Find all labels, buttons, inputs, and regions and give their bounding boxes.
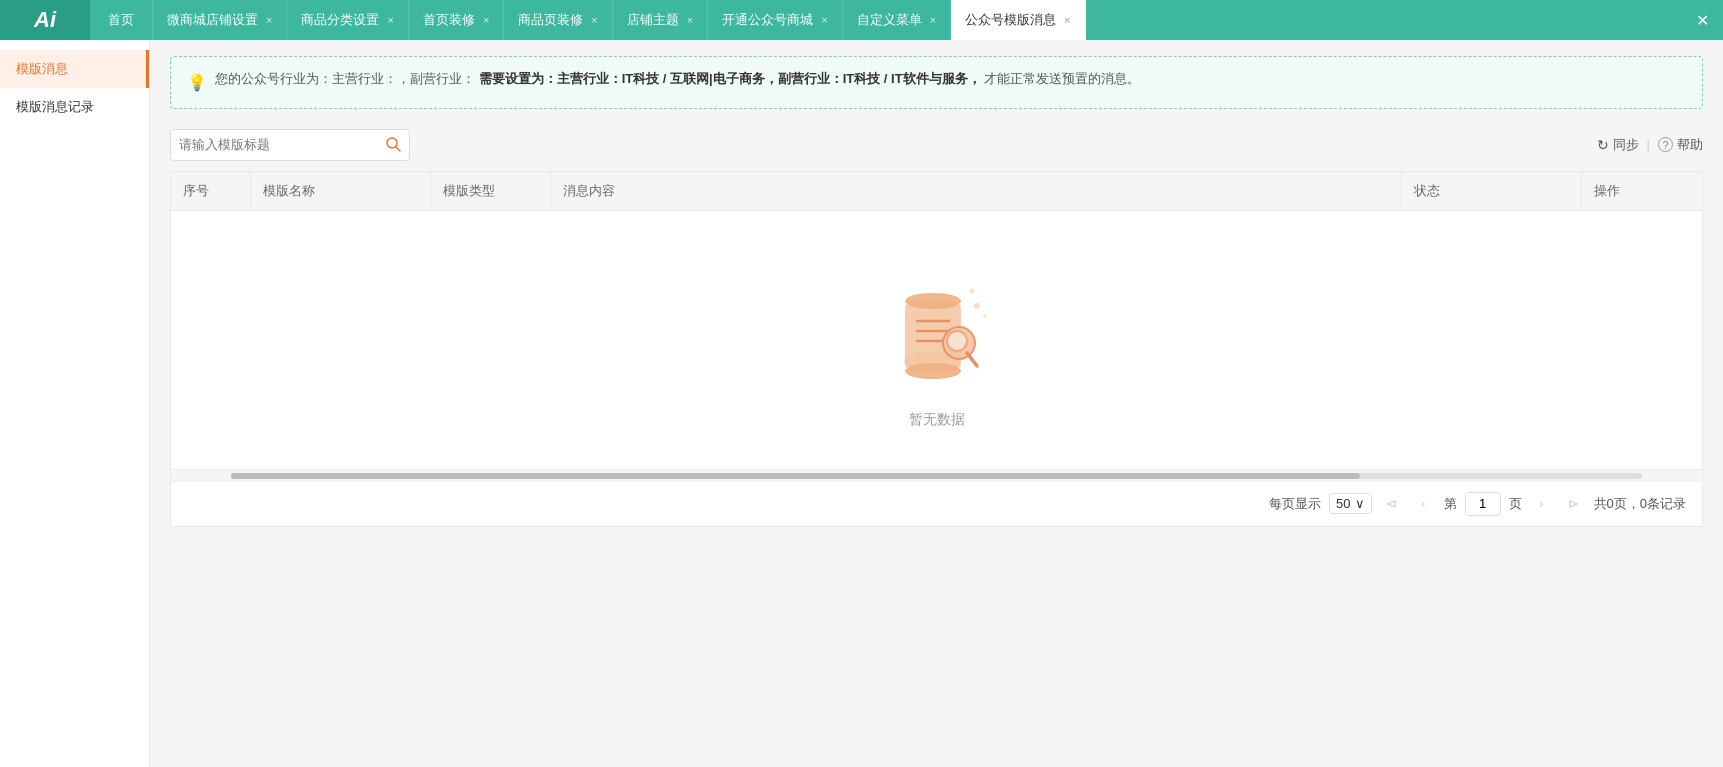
notice-prefix: 您的公众号行业为：主营行业：，副营行业： bbox=[215, 71, 475, 86]
search-input[interactable] bbox=[179, 137, 386, 152]
svg-point-14 bbox=[969, 288, 974, 293]
scrollbar-track bbox=[231, 473, 1642, 479]
sync-icon: ↻ bbox=[1597, 137, 1609, 153]
prev-page-button[interactable]: ‹ bbox=[1412, 492, 1436, 516]
main-layout: 模版消息模版消息记录 💡 您的公众号行业为：主营行业：，副营行业： 需要设置为：… bbox=[0, 40, 1723, 767]
col-type: 模版类型 bbox=[431, 172, 551, 210]
notice-suffix: 才能正常发送预置的消息。 bbox=[984, 71, 1140, 86]
svg-point-4 bbox=[905, 293, 961, 309]
empty-icon-svg bbox=[877, 271, 997, 391]
sidebar-item-template-msg-log[interactable]: 模版消息记录 bbox=[0, 88, 149, 126]
close-tab-category-settings[interactable]: × bbox=[387, 15, 393, 26]
sync-label: 同步 bbox=[1613, 136, 1639, 154]
col-action: 操作 bbox=[1582, 172, 1702, 210]
total-text: 共0页，0条记录 bbox=[1594, 495, 1686, 513]
nav-tabs: 首页微商城店铺设置×商品分类设置×首页装修×商品页装修×店铺主题×开通公众号商城… bbox=[90, 0, 1682, 40]
page-input[interactable] bbox=[1465, 492, 1501, 516]
nav-tab-home[interactable]: 首页 bbox=[90, 0, 153, 40]
svg-point-12 bbox=[974, 303, 980, 309]
first-page-button[interactable]: ⊲ bbox=[1380, 492, 1404, 516]
main-content: 💡 您的公众号行业为：主营行业：，副营行业： 需要设置为：主营行业：IT科技 /… bbox=[150, 40, 1723, 767]
toolbar-right: ↻ 同步 | ? 帮助 bbox=[1597, 136, 1703, 154]
notice-box: 💡 您的公众号行业为：主营行业：，副营行业： 需要设置为：主营行业：IT科技 /… bbox=[170, 56, 1703, 109]
scrollbar-thumb bbox=[231, 473, 1360, 479]
empty-illustration bbox=[877, 271, 997, 391]
app-logo: Ai bbox=[0, 0, 90, 40]
nav-tab-template-msg[interactable]: 公众号模版消息× bbox=[951, 0, 1085, 40]
help-icon: ? bbox=[1658, 137, 1673, 152]
col-name: 模版名称 bbox=[251, 172, 431, 210]
notice-icon: 💡 bbox=[187, 70, 207, 96]
search-button[interactable] bbox=[386, 137, 401, 152]
nav-tab-category-settings[interactable]: 商品分类设置× bbox=[287, 0, 408, 40]
close-tab-open-mall[interactable]: × bbox=[821, 15, 827, 26]
close-tab-store-settings[interactable]: × bbox=[266, 15, 272, 26]
close-all-tabs-button[interactable]: ✕ bbox=[1682, 11, 1723, 30]
page-size-label: 每页显示 bbox=[1269, 495, 1321, 513]
data-table: 序号 模版名称 模版类型 消息内容 状态 操作 bbox=[170, 171, 1703, 527]
page-unit: 页 bbox=[1509, 495, 1522, 513]
nav-tab-custom-menu[interactable]: 自定义菜单× bbox=[843, 0, 951, 40]
col-status: 状态 bbox=[1402, 172, 1582, 210]
close-tab-custom-menu[interactable]: × bbox=[930, 15, 936, 26]
nav-tab-home-decor[interactable]: 首页装修× bbox=[409, 0, 504, 40]
chevron-down-icon: ∨ bbox=[1355, 496, 1365, 511]
svg-line-11 bbox=[967, 353, 977, 366]
next-page-button[interactable]: › bbox=[1530, 492, 1554, 516]
search-box bbox=[170, 129, 410, 161]
sidebar-item-template-msg[interactable]: 模版消息 bbox=[0, 50, 149, 88]
toolbar: ↻ 同步 | ? 帮助 bbox=[170, 129, 1703, 161]
sidebar: 模版消息模版消息记录 bbox=[0, 40, 150, 767]
table-header: 序号 模版名称 模版类型 消息内容 状态 操作 bbox=[171, 172, 1702, 211]
top-nav: Ai 首页微商城店铺设置×商品分类设置×首页装修×商品页装修×店铺主题×开通公众… bbox=[0, 0, 1723, 40]
horizontal-scrollbar[interactable] bbox=[171, 469, 1702, 481]
svg-point-5 bbox=[905, 363, 961, 379]
pagination: 每页显示 50 ∨ ⊲ ‹ 第 页 › ⊳ 共0页，0条记录 bbox=[171, 481, 1702, 526]
col-content: 消息内容 bbox=[551, 172, 1402, 210]
sync-button[interactable]: ↻ 同步 bbox=[1597, 136, 1639, 154]
nav-tab-store-theme[interactable]: 店铺主题× bbox=[613, 0, 708, 40]
help-button[interactable]: ? 帮助 bbox=[1658, 136, 1703, 154]
close-tab-store-theme[interactable]: × bbox=[687, 15, 693, 26]
notice-text: 您的公众号行业为：主营行业：，副营行业： 需要设置为：主营行业：IT科技 / 互… bbox=[215, 69, 1140, 90]
divider: | bbox=[1647, 137, 1650, 152]
nav-tab-store-settings[interactable]: 微商城店铺设置× bbox=[153, 0, 287, 40]
svg-line-1 bbox=[396, 147, 400, 151]
empty-text: 暂无数据 bbox=[909, 411, 965, 429]
last-page-button[interactable]: ⊳ bbox=[1562, 492, 1586, 516]
close-tab-template-msg[interactable]: × bbox=[1064, 15, 1070, 26]
nav-tab-open-mall[interactable]: 开通公众号商城× bbox=[708, 0, 842, 40]
page-label: 第 bbox=[1444, 495, 1457, 513]
notice-highlight: 需要设置为：主营行业：IT科技 / 互联网|电子商务，副营行业：IT科技 / I… bbox=[479, 71, 981, 86]
page-size-select[interactable]: 50 ∨ bbox=[1329, 493, 1371, 514]
col-index: 序号 bbox=[171, 172, 251, 210]
help-label: 帮助 bbox=[1677, 136, 1703, 154]
svg-point-10 bbox=[947, 331, 967, 351]
svg-point-13 bbox=[983, 314, 987, 318]
close-tab-home-decor[interactable]: × bbox=[483, 15, 489, 26]
close-tab-product-decor[interactable]: × bbox=[591, 15, 597, 26]
page-size-value: 50 bbox=[1336, 496, 1350, 511]
empty-state: 暂无数据 bbox=[171, 211, 1702, 469]
search-icon bbox=[386, 137, 401, 152]
nav-tab-product-decor[interactable]: 商品页装修× bbox=[504, 0, 612, 40]
